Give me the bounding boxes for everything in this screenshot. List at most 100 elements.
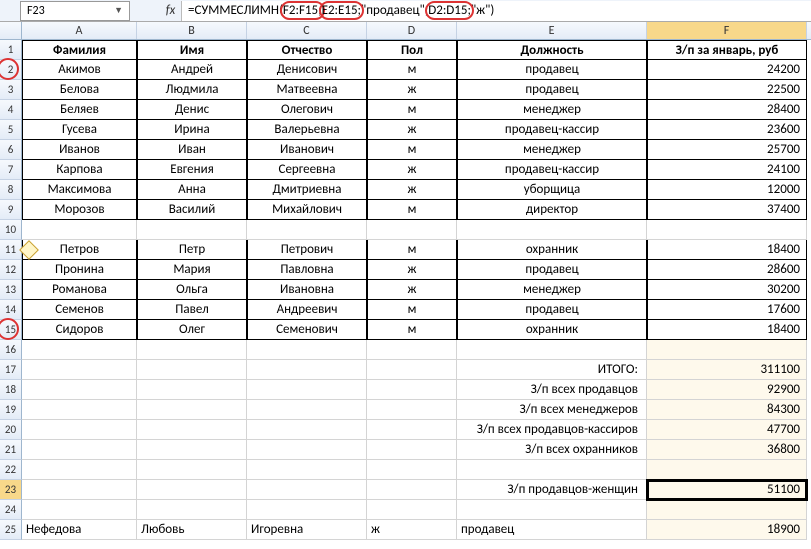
cell[interactable]: м	[367, 100, 457, 120]
cell[interactable]: м	[367, 200, 457, 220]
cell[interactable]: 24200	[647, 60, 807, 80]
cell[interactable]: м	[367, 320, 457, 340]
cell[interactable]	[137, 500, 247, 520]
cell[interactable]: 23600	[647, 120, 807, 140]
cell[interactable]: 25700	[647, 140, 807, 160]
cell[interactable]: Семенович	[247, 320, 367, 340]
cell[interactable]: Петр	[137, 240, 247, 260]
cell[interactable]	[247, 440, 367, 460]
cell[interactable]: менеджер	[457, 100, 647, 120]
cell[interactable]: 22500	[647, 80, 807, 100]
row-header[interactable]: 22	[0, 460, 22, 480]
cell[interactable]: Нефедова	[22, 520, 137, 540]
cell[interactable]	[457, 500, 647, 520]
cell[interactable]: Сидоров	[22, 320, 137, 340]
cell[interactable]	[247, 460, 367, 480]
cell[interactable]: продавец-кассир	[457, 160, 647, 180]
cell[interactable]	[22, 500, 137, 520]
cell[interactable]	[137, 380, 247, 400]
cell[interactable]: Олег	[137, 320, 247, 340]
cell[interactable]: менеджер	[457, 140, 647, 160]
row-header[interactable]: 14	[0, 300, 22, 320]
cell[interactable]: охранник	[457, 320, 647, 340]
cell[interactable]: З/п всех продавцов-кассиров	[457, 420, 647, 440]
cell[interactable]	[647, 220, 807, 240]
cell[interactable]	[22, 440, 137, 460]
cell[interactable]: Иванов	[22, 140, 137, 160]
cell[interactable]: директор	[457, 200, 647, 220]
cell[interactable]: 37400	[647, 200, 807, 220]
cell[interactable]: 18400	[647, 240, 807, 260]
cell[interactable]	[137, 420, 247, 440]
cell[interactable]	[367, 500, 457, 520]
cell[interactable]: м	[367, 300, 457, 320]
cell[interactable]: Ирина	[137, 120, 247, 140]
cell[interactable]	[367, 220, 457, 240]
cell[interactable]: Иванович	[247, 140, 367, 160]
cell[interactable]: Мария	[137, 260, 247, 280]
cell[interactable]	[247, 420, 367, 440]
cell[interactable]: Любовь	[137, 520, 247, 540]
row-header[interactable]: 1	[0, 40, 22, 60]
cell[interactable]: Павел	[137, 300, 247, 320]
cell[interactable]: Павловна	[247, 260, 367, 280]
cell[interactable]: Имя	[137, 40, 247, 60]
select-all-corner[interactable]	[0, 22, 22, 39]
cell[interactable]: Василий	[137, 200, 247, 220]
cell[interactable]: 92900	[647, 380, 807, 400]
cell[interactable]	[367, 420, 457, 440]
cell[interactable]: ж	[367, 120, 457, 140]
cell[interactable]: Игоревна	[247, 520, 367, 540]
row-header[interactable]: 17	[0, 360, 22, 380]
cell[interactable]: Дмитриевна	[247, 180, 367, 200]
row-header[interactable]: 4	[0, 100, 22, 120]
cell[interactable]: Романова	[22, 280, 137, 300]
cell[interactable]	[22, 360, 137, 380]
cell[interactable]	[247, 380, 367, 400]
cell[interactable]: Фамилия	[22, 40, 137, 60]
cell[interactable]: Должность	[457, 40, 647, 60]
cell[interactable]	[22, 220, 137, 240]
cell[interactable]: продавец-кассир	[457, 120, 647, 140]
cell[interactable]	[647, 340, 807, 360]
cell[interactable]	[22, 380, 137, 400]
cell[interactable]: Сергеевна	[247, 160, 367, 180]
cell[interactable]: Ивановна	[247, 280, 367, 300]
cell[interactable]	[137, 440, 247, 460]
cell[interactable]: Михайлович	[247, 200, 367, 220]
cell[interactable]: Людмила	[137, 80, 247, 100]
cell[interactable]: Белова	[22, 80, 137, 100]
cell[interactable]	[247, 220, 367, 240]
cell[interactable]	[367, 440, 457, 460]
cell[interactable]: Морозов	[22, 200, 137, 220]
cell[interactable]: Пронина	[22, 260, 137, 280]
cell[interactable]: Отчество	[247, 40, 367, 60]
cell[interactable]: менеджер	[457, 280, 647, 300]
row-header[interactable]: 16	[0, 340, 22, 360]
cell[interactable]	[367, 380, 457, 400]
cell[interactable]	[457, 460, 647, 480]
row-header[interactable]: 5	[0, 120, 22, 140]
cell[interactable]: З/п продавцов-женщин	[457, 480, 647, 500]
cell[interactable]	[247, 340, 367, 360]
cell[interactable]: З/п всех охранников	[457, 440, 647, 460]
cell[interactable]: Евгения	[137, 160, 247, 180]
cell[interactable]	[22, 420, 137, 440]
cell[interactable]: Акимов	[22, 60, 137, 80]
row-header[interactable]: 2	[0, 60, 22, 80]
cell[interactable]: Беляев	[22, 100, 137, 120]
row-header[interactable]: 19	[0, 400, 22, 420]
cell[interactable]: Денис	[137, 100, 247, 120]
cell[interactable]: З/п всех менеджеров	[457, 400, 647, 420]
cell[interactable]: продавец	[457, 80, 647, 100]
cell[interactable]	[247, 360, 367, 380]
cell[interactable]: ИТОГО:	[457, 360, 647, 380]
cell[interactable]: Матвеевна	[247, 80, 367, 100]
cell[interactable]: 311100	[647, 360, 807, 380]
cell[interactable]: Карпова	[22, 160, 137, 180]
row-header[interactable]: 13	[0, 280, 22, 300]
cell[interactable]: ж	[367, 160, 457, 180]
cell[interactable]	[247, 500, 367, 520]
cell[interactable]: 84300	[647, 400, 807, 420]
row-header[interactable]: 15	[0, 320, 22, 340]
